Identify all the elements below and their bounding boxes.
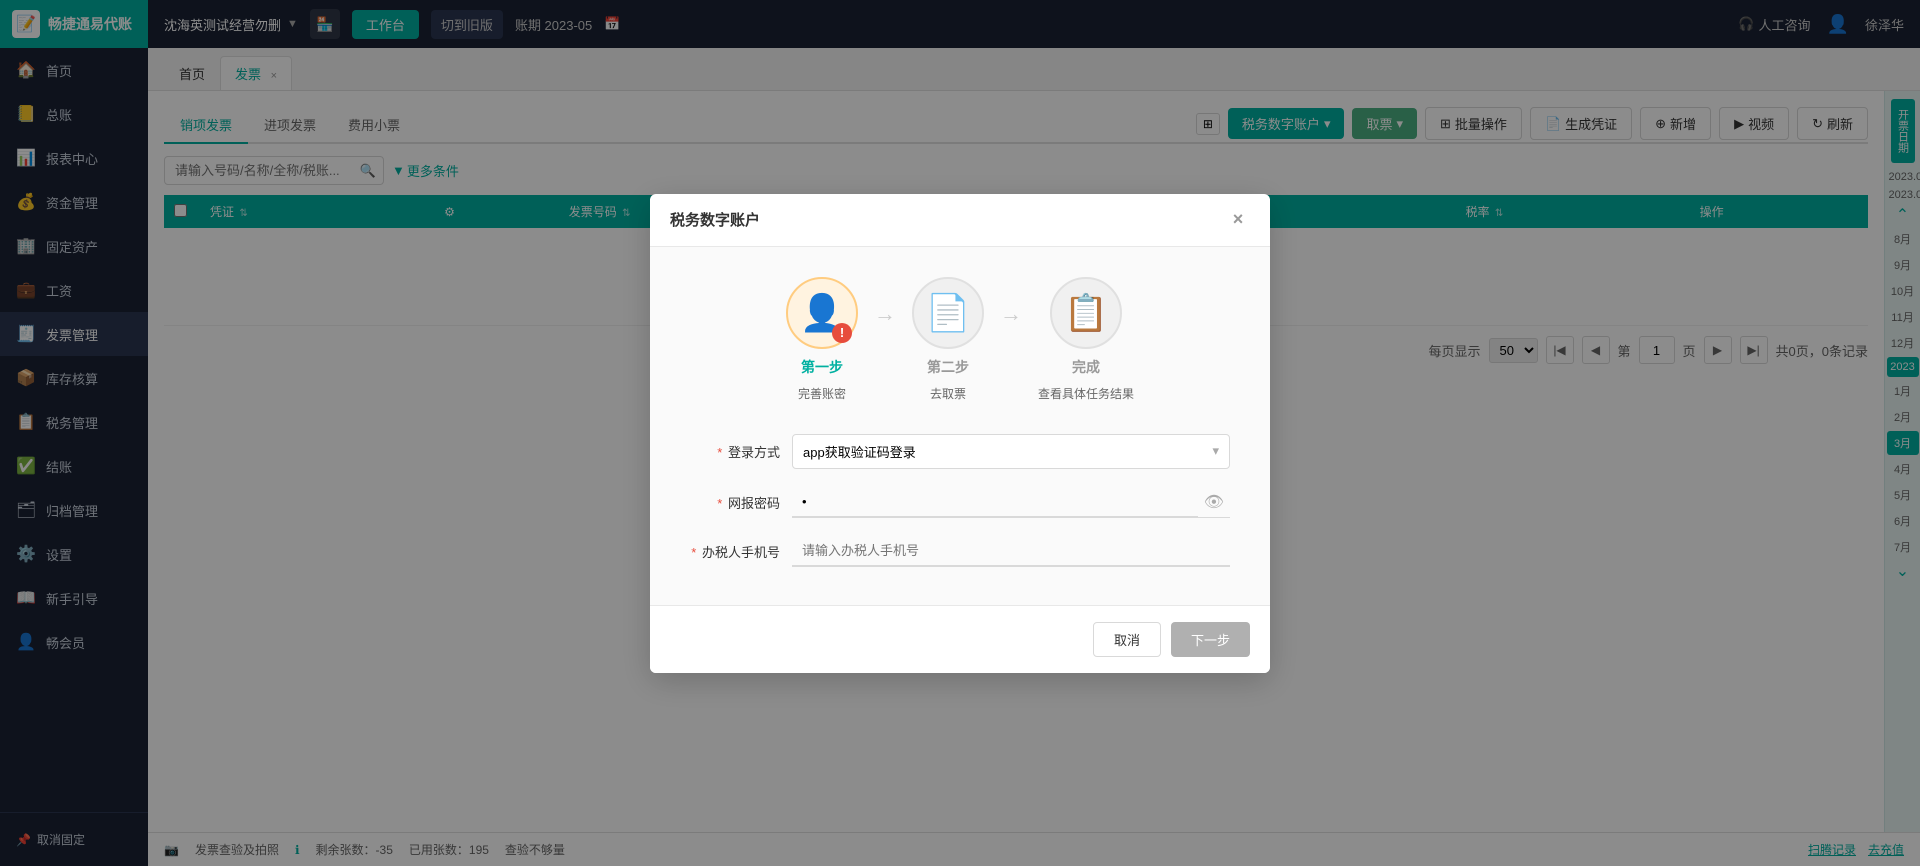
required-star-2: * (717, 496, 722, 511)
select-chevron-icon: ▾ (1212, 443, 1219, 459)
login-method-value: app获取验证码登录 (803, 442, 916, 461)
login-method-select[interactable]: app获取验证码登录 ▾ (792, 434, 1230, 469)
step-2-desc: 去取票 (930, 385, 966, 402)
form-row-password: * 网报密码 👁 (690, 487, 1230, 518)
step-3-icon: 📋 (1050, 277, 1122, 349)
phone-label: * 办税人手机号 (690, 542, 780, 561)
step-arrow-1: → (858, 301, 912, 327)
cancel-button[interactable]: 取消 (1093, 622, 1161, 657)
required-star: * (717, 445, 722, 460)
modal-form: * 登录方式 app获取验证码登录 ▾ * 网报密码 (690, 434, 1230, 567)
step-2-label: 第二步 (927, 357, 969, 377)
step-1: 👤 ! 第一步 完善账密 (786, 277, 858, 402)
step-2-icon: 📄 (912, 277, 984, 349)
password-input[interactable] (792, 487, 1198, 517)
form-row-login-method: * 登录方式 app获取验证码登录 ▾ (690, 434, 1230, 469)
next-button[interactable]: 下一步 (1171, 622, 1250, 657)
login-method-label: * 登录方式 (690, 442, 780, 461)
modal-body: 👤 ! 第一步 完善账密 → 📄 第二步 去取票 → (650, 247, 1270, 605)
form-row-phone: * 办税人手机号 (690, 536, 1230, 567)
modal-footer: 取消 下一步 (650, 605, 1270, 673)
eye-icon[interactable]: 👁 (1198, 492, 1230, 512)
modal-header: 税务数字账户 × (650, 194, 1270, 247)
close-icon: × (1233, 209, 1244, 230)
step-2: 📄 第二步 去取票 (912, 277, 984, 402)
step-2-symbol: 📄 (926, 292, 971, 334)
steps: 👤 ! 第一步 完善账密 → 📄 第二步 去取票 → (690, 277, 1230, 402)
cancel-label: 取消 (1114, 633, 1140, 648)
step-3-desc: 查看具体任务结果 (1038, 385, 1134, 402)
step-arrow-2: → (984, 301, 1038, 327)
step-3-symbol: 📋 (1064, 292, 1109, 334)
step-1-desc: 完善账密 (798, 385, 846, 402)
phone-input[interactable] (792, 536, 1230, 566)
modal-title: 税务数字账户 (670, 209, 760, 230)
phone-input-wrap (792, 536, 1230, 567)
password-input-wrap: 👁 (792, 487, 1230, 518)
modal-overlay: 税务数字账户 × 👤 ! 第一步 完善账密 → (0, 0, 1920, 866)
step-3: 📋 完成 查看具体任务结果 (1038, 277, 1134, 402)
modal-close-button[interactable]: × (1226, 208, 1250, 232)
step-1-icon: 👤 ! (786, 277, 858, 349)
next-label: 下一步 (1191, 633, 1230, 648)
step-3-label: 完成 (1072, 357, 1100, 377)
password-label: * 网报密码 (690, 493, 780, 512)
modal: 税务数字账户 × 👤 ! 第一步 完善账密 → (650, 194, 1270, 673)
required-star-3: * (691, 545, 696, 560)
step-1-error-badge: ! (832, 323, 852, 343)
step-1-label: 第一步 (801, 357, 843, 377)
